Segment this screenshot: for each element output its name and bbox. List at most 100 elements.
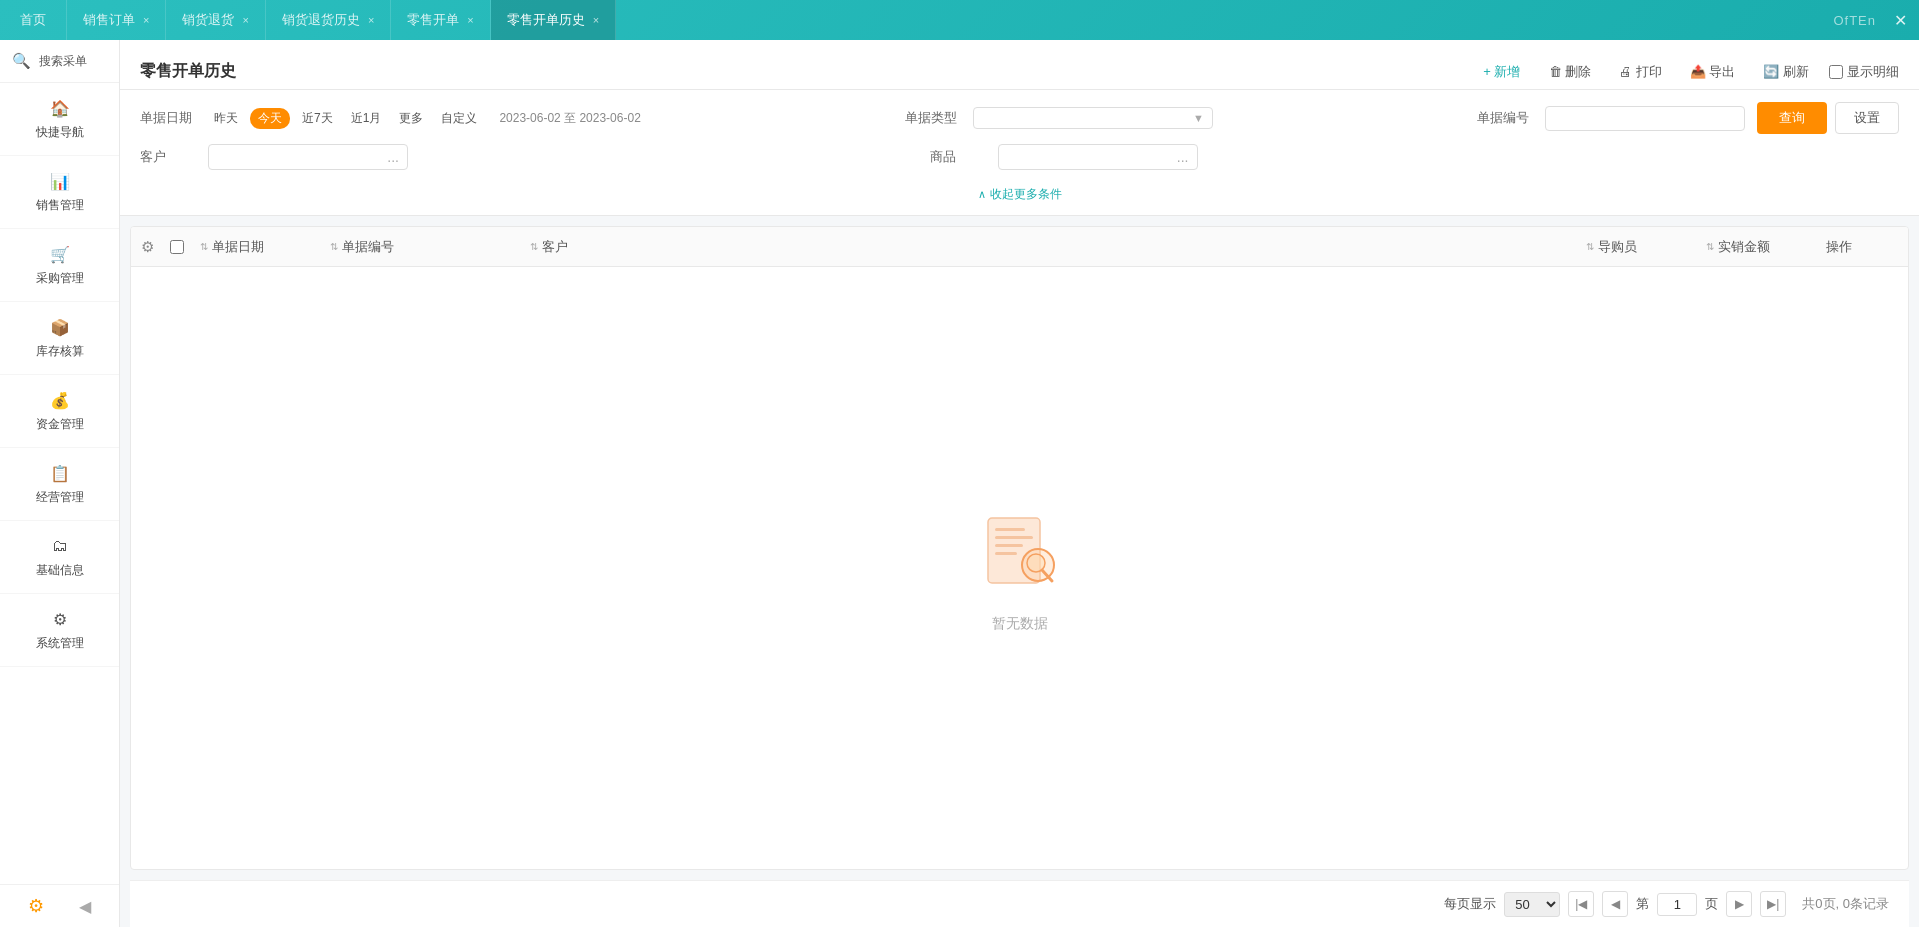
goods-input[interactable] [1007, 150, 1177, 165]
th-date-sort-icon: ⇅ [200, 241, 208, 252]
sidebar-item-operations[interactable]: 📋 经营管理 [0, 448, 119, 521]
th-date[interactable]: ⇅ 单据日期 [192, 238, 322, 256]
page-unit: 页 [1705, 895, 1718, 913]
empty-icon [970, 503, 1070, 603]
print-button[interactable]: 🖨 打印 [1611, 59, 1670, 85]
date-btn-更多[interactable]: 更多 [393, 108, 429, 129]
th-guide[interactable]: ⇅ 导购员 [1578, 238, 1698, 256]
tab-close-sales-return[interactable]: × [242, 14, 248, 26]
export-button[interactable]: 📤 导出 [1682, 59, 1744, 85]
page-input[interactable] [1657, 893, 1697, 916]
th-action-label: 操作 [1826, 238, 1852, 256]
operations-label: 经营管理 [36, 489, 84, 506]
tab-sales-return-history[interactable]: 销货退货历史× [266, 0, 391, 40]
th-customer[interactable]: ⇅ 客户 [522, 238, 1578, 256]
date-btn-昨天[interactable]: 昨天 [208, 108, 244, 129]
number-input[interactable] [1554, 111, 1736, 126]
top-close-btn[interactable]: ✕ [1894, 11, 1907, 30]
collapse-bar[interactable]: ∧ 收起更多条件 [140, 180, 1899, 203]
table-settings-icon[interactable]: ⚙ [141, 238, 154, 256]
top-bar-right: OfTEn ✕ [1821, 11, 1919, 30]
sidebar-search[interactable]: 🔍 搜索采单 [0, 40, 119, 83]
select-all-checkbox[interactable] [170, 240, 184, 254]
th-number-sort-icon: ⇅ [330, 241, 338, 252]
next-page-btn[interactable]: ▶ [1726, 891, 1752, 917]
per-page-select[interactable]: 50 10 20 100 [1504, 892, 1560, 917]
first-page-btn[interactable]: |◀ [1568, 891, 1594, 917]
svg-rect-3 [995, 544, 1023, 547]
show-detail-wrap: 显示明细 [1829, 63, 1899, 81]
tab-list: 首页销售订单×销货退货×销货退货历史×零售开单×零售开单历史× [0, 0, 1821, 40]
delete-button[interactable]: 🗑 删除 [1541, 59, 1600, 85]
refresh-button[interactable]: 🔄 刷新 [1755, 59, 1817, 85]
date-btn-自定义[interactable]: 自定义 [435, 108, 483, 129]
tab-close-sales-order[interactable]: × [143, 14, 149, 26]
svg-rect-4 [995, 552, 1017, 555]
date-range-display: 2023-06-02 至 2023-06-02 [499, 110, 640, 127]
goods-dots-btn[interactable]: ... [1177, 149, 1189, 165]
show-detail-checkbox[interactable] [1829, 65, 1843, 79]
page-title: 零售开单历史 [140, 61, 236, 82]
settings-icon[interactable]: ⚙ [28, 895, 44, 917]
basic-info-icon: 🗂 [49, 535, 71, 557]
empty-state: 暂无数据 [131, 267, 1908, 869]
type-select-arrow: ▼ [1193, 112, 1204, 124]
date-btn-今天[interactable]: 今天 [250, 108, 290, 129]
th-action: 操作 [1818, 238, 1898, 256]
goods-filter-label: 商品 [930, 148, 986, 166]
content-header: 零售开单历史 + 新增 🗑 删除 🖨 打印 📤 导出 🔄 刷新 显示明细 [120, 40, 1919, 90]
filter-actions: 查询 设置 [1757, 102, 1899, 134]
sidebar-item-quick-nav[interactable]: 🏠 快捷导航 [0, 83, 119, 156]
date-btn-近1月[interactable]: 近1月 [345, 108, 388, 129]
sidebar-item-finance[interactable]: 💰 资金管理 [0, 375, 119, 448]
setting-button[interactable]: 设置 [1835, 102, 1899, 134]
tab-sales-return[interactable]: 销货退货× [166, 0, 265, 40]
purchase-mgmt-label: 采购管理 [36, 270, 84, 287]
sidebar-item-system[interactable]: ⚙ 系统管理 [0, 594, 119, 667]
th-date-label: 单据日期 [212, 238, 264, 256]
th-amount-label: 实销金额 [1718, 238, 1770, 256]
sidebar-item-purchase-mgmt[interactable]: 🛒 采购管理 [0, 229, 119, 302]
tab-close-retail-history[interactable]: × [593, 14, 599, 26]
quick-nav-icon: 🏠 [49, 97, 71, 119]
th-customer-sort-icon: ⇅ [530, 241, 538, 252]
prev-page-btn[interactable]: ◀ [1602, 891, 1628, 917]
operations-icon: 📋 [49, 462, 71, 484]
last-page-btn[interactable]: ▶| [1760, 891, 1786, 917]
customer-filter-label: 客户 [140, 148, 196, 166]
th-amount[interactable]: ⇅ 实销金额 [1698, 238, 1818, 256]
date-buttons: 昨天今天近7天近1月更多自定义 [208, 108, 483, 129]
customer-input-wrap: ... [208, 144, 408, 170]
add-button[interactable]: + 新增 [1475, 59, 1528, 85]
sidebar-item-basic-info[interactable]: 🗂 基础信息 [0, 521, 119, 594]
filter-row-2: 客户 ... 商品 ... [140, 144, 1899, 170]
number-input-wrap [1545, 106, 1745, 131]
query-button[interactable]: 查询 [1757, 102, 1827, 134]
table-section: ⚙ ⇅ 单据日期 ⇅ 单据编号 ⇅ 客户 ⇅ 导购员 [130, 226, 1909, 870]
tab-sales-order[interactable]: 销售订单× [67, 0, 166, 40]
customer-dots-btn[interactable]: ... [387, 149, 399, 165]
date-btn-近7天[interactable]: 近7天 [296, 108, 339, 129]
system-icon: ⚙ [49, 608, 71, 630]
finance-icon: 💰 [49, 389, 71, 411]
customer-input[interactable] [217, 150, 387, 165]
svg-rect-2 [995, 536, 1033, 539]
tab-close-sales-return-history[interactable]: × [368, 14, 374, 26]
type-select[interactable]: ▼ [973, 107, 1213, 129]
tab-close-retail-open[interactable]: × [467, 14, 473, 26]
toolbar: + 新增 🗑 删除 🖨 打印 📤 导出 🔄 刷新 显示明细 [1475, 59, 1899, 85]
collapse-sidebar-icon[interactable]: ◀ [79, 897, 91, 916]
tab-home[interactable]: 首页 [0, 0, 67, 40]
per-page-label: 每页显示 [1444, 895, 1496, 913]
th-amount-sort-icon: ⇅ [1706, 241, 1714, 252]
tab-retail-open[interactable]: 零售开单× [391, 0, 490, 40]
th-guide-sort-icon: ⇅ [1586, 241, 1594, 252]
tab-retail-history[interactable]: 零售开单历史× [491, 0, 616, 40]
date-filter-label: 单据日期 [140, 109, 196, 127]
th-number[interactable]: ⇅ 单据编号 [322, 238, 522, 256]
th-number-label: 单据编号 [342, 238, 394, 256]
sidebar-item-inventory[interactable]: 📦 库存核算 [0, 302, 119, 375]
system-label: 系统管理 [36, 635, 84, 652]
sidebar-item-sales-mgmt[interactable]: 📊 销售管理 [0, 156, 119, 229]
collapse-icon: ∧ [978, 188, 986, 201]
